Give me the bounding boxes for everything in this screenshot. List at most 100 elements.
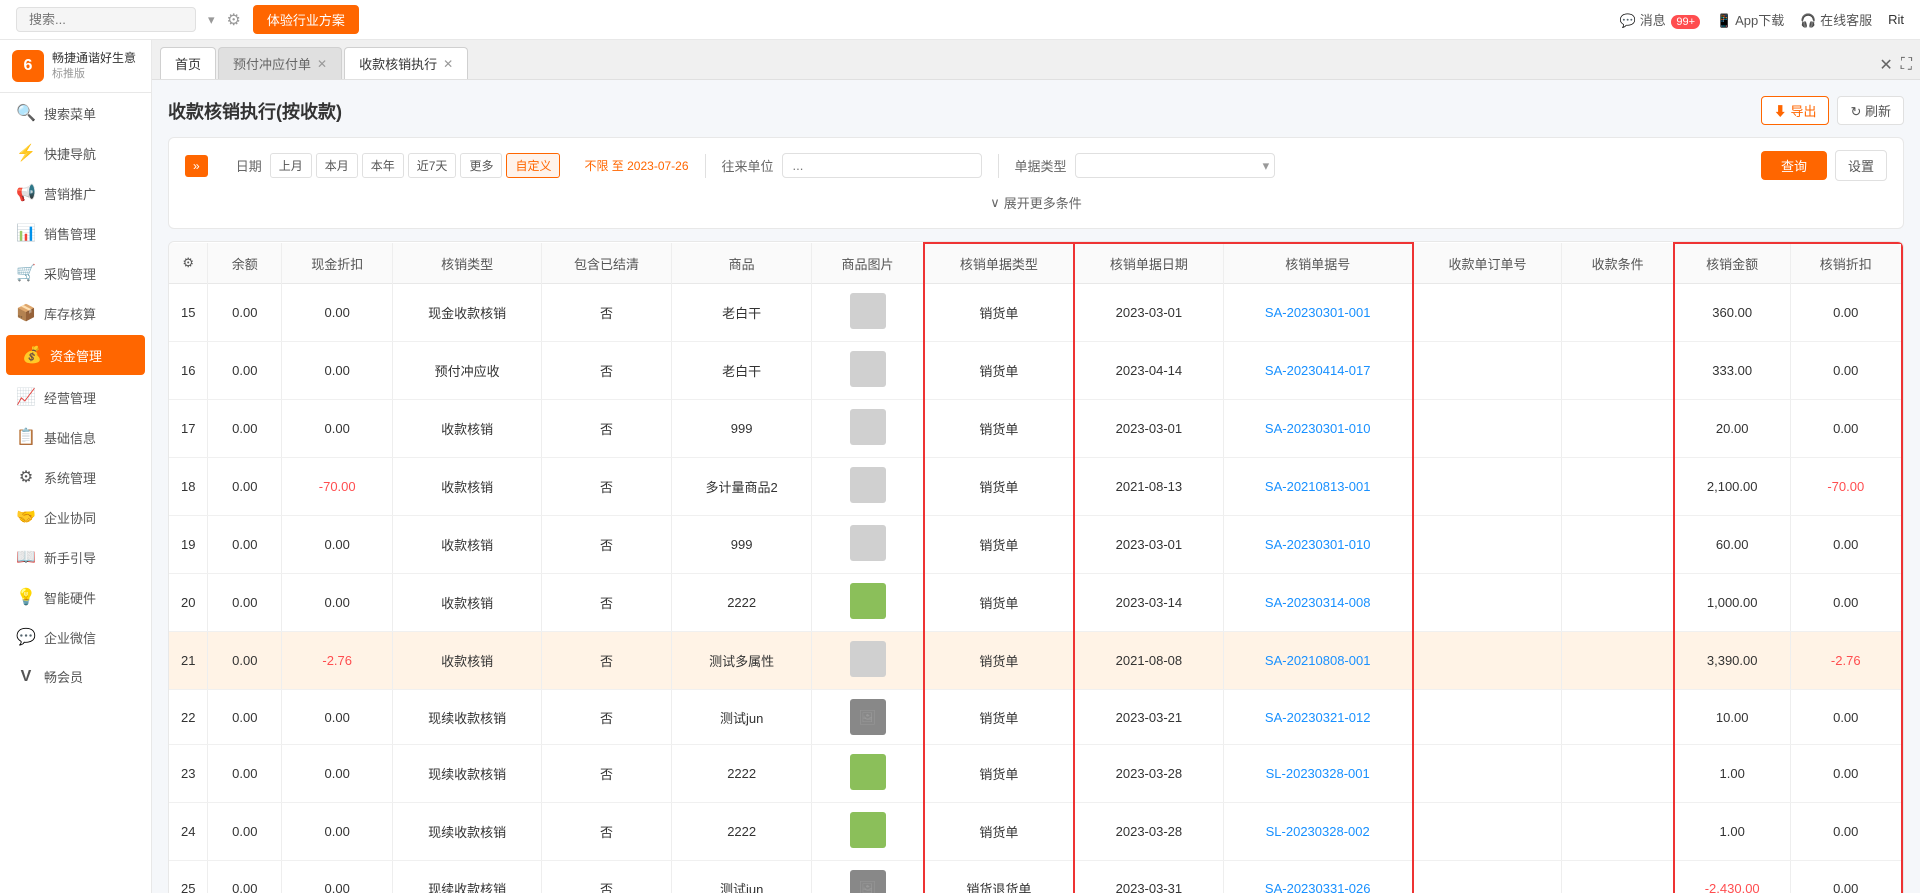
row-verify-type: 收款核销 bbox=[393, 458, 542, 516]
sidebar-item-marketing[interactable]: 📢 营销推广 bbox=[0, 173, 151, 213]
tab-prepay-label: 预付冲应付单 bbox=[233, 54, 311, 73]
expand-button[interactable]: ∨ 展开更多条件 bbox=[990, 189, 1082, 216]
verify-no-link[interactable]: SA-20230331-026 bbox=[1265, 881, 1371, 893]
row-verify-type: 现续收款核销 bbox=[393, 861, 542, 893]
collapse-button[interactable]: » bbox=[185, 155, 208, 177]
date-btn-7days[interactable]: 近7天 bbox=[408, 153, 457, 178]
row-verify-no[interactable]: SA-20230314-008 bbox=[1223, 574, 1412, 632]
row-verify-no[interactable]: SA-20230301-010 bbox=[1223, 400, 1412, 458]
sidebar-item-wechat[interactable]: 💬 企业微信 bbox=[0, 617, 151, 657]
verify-no-link[interactable]: SA-20230301-001 bbox=[1265, 305, 1371, 320]
sidebar-item-inventory[interactable]: 📦 库存核算 bbox=[0, 293, 151, 333]
verify-no-link[interactable]: SA-20230301-010 bbox=[1265, 421, 1371, 436]
sidebar-item-operation[interactable]: 📈 经营管理 bbox=[0, 377, 151, 417]
row-id: 16 bbox=[169, 342, 208, 400]
date-btn-custom[interactable]: 自定义 bbox=[506, 153, 560, 178]
query-button[interactable]: 查询 bbox=[1761, 151, 1827, 180]
row-include-settled: 否 bbox=[542, 690, 672, 745]
dropdown-icon[interactable]: ▾ bbox=[208, 12, 215, 28]
message-area[interactable]: 💬 消息 99+ bbox=[1620, 10, 1700, 29]
row-verify-voucher-type: 销货单 bbox=[924, 400, 1074, 458]
row-verify-no[interactable]: SA-20210813-001 bbox=[1223, 458, 1412, 516]
row-verify-no[interactable]: SL-20230328-001 bbox=[1223, 745, 1412, 803]
date-btn-this-year[interactable]: 本年 bbox=[362, 153, 404, 178]
search-icon: 🔍 bbox=[16, 103, 36, 123]
sidebar-item-label: 智能硬件 bbox=[44, 588, 96, 607]
verify-no-link[interactable]: SA-20210813-001 bbox=[1265, 479, 1371, 494]
main-layout: 6 畅捷通谐好生意 标推版 🔍 搜索菜单 ⚡ 快捷导航 📢 营销推广 📊 bbox=[0, 40, 1920, 893]
sidebar-item-purchase[interactable]: 🛒 采购管理 bbox=[0, 253, 151, 293]
sidebar-item-guide[interactable]: 📖 新手引导 bbox=[0, 537, 151, 577]
row-goods-img: 🖼 bbox=[812, 861, 924, 893]
voucher-type-input[interactable] bbox=[1075, 153, 1275, 178]
sidebar-item-sales[interactable]: 📊 销售管理 bbox=[0, 213, 151, 253]
row-balance: 0.00 bbox=[208, 632, 282, 690]
row-verify-no[interactable]: SA-20210808-001 bbox=[1223, 632, 1412, 690]
verify-no-link[interactable]: SA-20230321-012 bbox=[1265, 710, 1371, 725]
date-btn-more[interactable]: 更多 bbox=[460, 153, 502, 178]
app-download[interactable]: 📱 App下载 bbox=[1716, 10, 1784, 29]
party-input[interactable] bbox=[782, 153, 982, 178]
row-verify-no[interactable]: SL-20230328-002 bbox=[1223, 803, 1412, 861]
row-verify-amount: 1,000.00 bbox=[1674, 574, 1790, 632]
settings-button[interactable]: 设置 bbox=[1835, 150, 1887, 181]
th-settings[interactable]: ⚙ bbox=[169, 243, 208, 284]
verify-no-link[interactable]: SA-20230314-008 bbox=[1265, 595, 1371, 610]
search-input[interactable] bbox=[16, 7, 196, 32]
row-verify-no[interactable]: SA-20230301-010 bbox=[1223, 516, 1412, 574]
row-verify-date: 2023-03-21 bbox=[1074, 690, 1223, 745]
verify-no-link[interactable]: SL-20230328-002 bbox=[1266, 824, 1370, 839]
service-icon: 🎧 bbox=[1800, 13, 1816, 28]
verify-no-link[interactable]: SA-20210808-001 bbox=[1265, 653, 1371, 668]
trial-button[interactable]: 体验行业方案 bbox=[253, 5, 359, 34]
export-button[interactable]: ⬇ 导出 bbox=[1761, 96, 1830, 125]
row-receipt-order-no bbox=[1413, 400, 1562, 458]
date-btn-this-month[interactable]: 本月 bbox=[316, 153, 358, 178]
row-id: 18 bbox=[169, 458, 208, 516]
main-area: 首页 预付冲应付单 ✕ 收款核销执行 ✕ ✕ ⛶ 收款核销执行(按收款) bbox=[152, 40, 1920, 893]
sidebar-item-search[interactable]: 🔍 搜索菜单 bbox=[0, 93, 151, 133]
verify-no-link[interactable]: SA-20230301-010 bbox=[1265, 537, 1371, 552]
row-verify-no[interactable]: SA-20230321-012 bbox=[1223, 690, 1412, 745]
sidebar-item-quick[interactable]: ⚡ 快捷导航 bbox=[0, 133, 151, 173]
tab-verify[interactable]: 收款核销执行 ✕ bbox=[344, 47, 468, 79]
tab-prepay[interactable]: 预付冲应付单 ✕ bbox=[218, 47, 342, 79]
sidebar-item-basic[interactable]: 📋 基础信息 bbox=[0, 417, 151, 457]
row-verify-date: 2023-03-28 bbox=[1074, 745, 1223, 803]
online-service[interactable]: 🎧 在线客服 bbox=[1800, 10, 1872, 29]
close-window-button[interactable]: ✕ bbox=[1879, 55, 1892, 75]
tab-verify-close[interactable]: ✕ bbox=[443, 57, 453, 71]
row-id: 23 bbox=[169, 745, 208, 803]
tab-home[interactable]: 首页 bbox=[160, 47, 216, 79]
enterprise-icon: 🤝 bbox=[16, 507, 36, 527]
row-verify-voucher-type: 销货单 bbox=[924, 516, 1074, 574]
message-label: 消息 bbox=[1640, 13, 1666, 28]
sidebar-item-hardware[interactable]: 💡 智能硬件 bbox=[0, 577, 151, 617]
row-verify-date: 2023-04-14 bbox=[1074, 342, 1223, 400]
sidebar-item-finance[interactable]: 💰 资金管理 bbox=[6, 335, 145, 375]
gear-icon[interactable]: ⚙ bbox=[227, 10, 241, 30]
row-verify-no[interactable]: SA-20230414-017 bbox=[1223, 342, 1412, 400]
date-group: 上月 本月 本年 近7天 更多 自定义 bbox=[270, 153, 561, 178]
tab-prepay-close[interactable]: ✕ bbox=[317, 57, 327, 71]
user-name[interactable]: Rit bbox=[1888, 12, 1904, 27]
row-verify-discount: 0.00 bbox=[1790, 516, 1902, 574]
sidebar-item-label: 企业微信 bbox=[44, 628, 96, 647]
date-btn-last-month[interactable]: 上月 bbox=[270, 153, 312, 178]
refresh-button[interactable]: ↻ 刷新 bbox=[1837, 96, 1904, 125]
finance-icon: 💰 bbox=[22, 345, 42, 365]
maximize-button[interactable]: ⛶ bbox=[1901, 56, 1912, 74]
verify-no-link[interactable]: SA-20230414-017 bbox=[1265, 363, 1371, 378]
row-verify-no[interactable]: SA-20230301-001 bbox=[1223, 284, 1412, 342]
verify-no-link[interactable]: SL-20230328-001 bbox=[1266, 766, 1370, 781]
row-balance: 0.00 bbox=[208, 458, 282, 516]
row-verify-voucher-type: 销货单 bbox=[924, 458, 1074, 516]
row-verify-date: 2023-03-14 bbox=[1074, 574, 1223, 632]
refresh-icon: ↻ bbox=[1850, 104, 1861, 119]
sidebar-item-enterprise[interactable]: 🤝 企业协同 bbox=[0, 497, 151, 537]
sidebar-item-vip[interactable]: V 畅会员 bbox=[0, 657, 151, 696]
row-verify-no[interactable]: SA-20230331-026 bbox=[1223, 861, 1412, 893]
sidebar-item-system[interactable]: ⚙ 系统管理 bbox=[0, 457, 151, 497]
tab-home-label: 首页 bbox=[175, 54, 201, 73]
sidebar-item-label: 企业协同 bbox=[44, 508, 96, 527]
